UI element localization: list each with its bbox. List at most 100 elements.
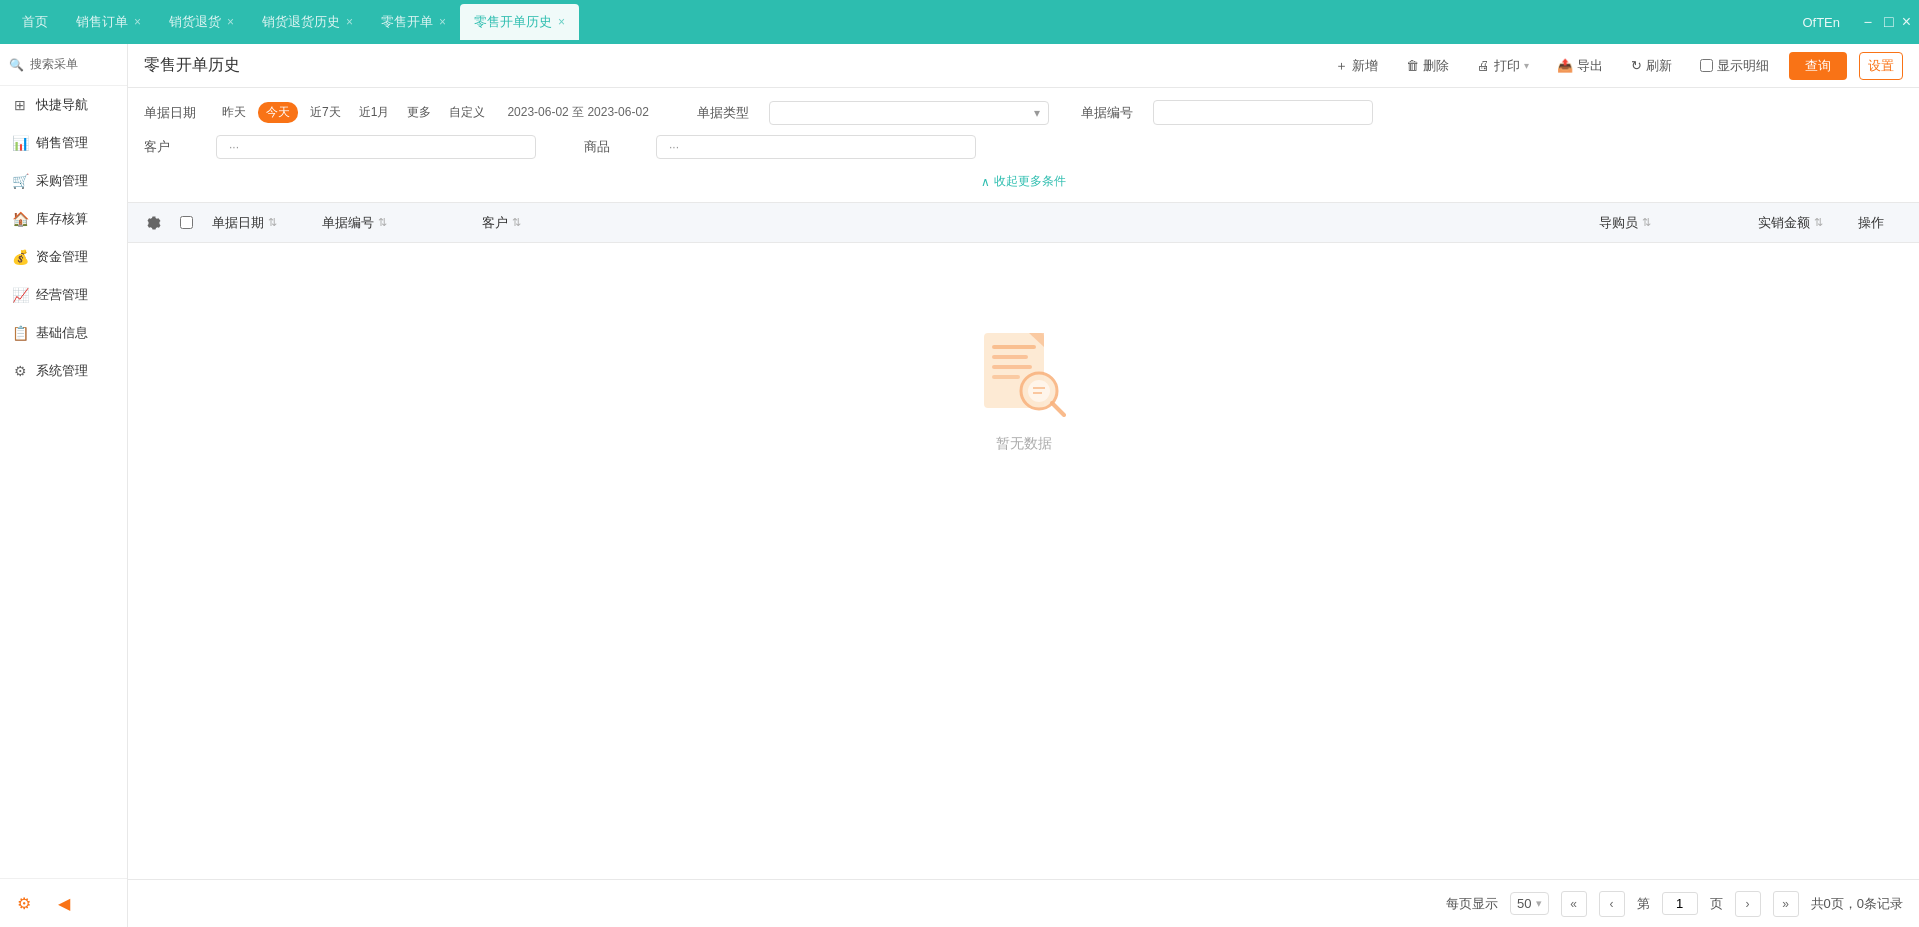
prev-page-btn[interactable]: ‹ [1599, 891, 1625, 917]
sidebar-item-system-mgmt[interactable]: ⚙ 系统管理 [0, 352, 127, 390]
th-date-sort[interactable]: ⇅ [268, 216, 277, 229]
date-btn-more[interactable]: 更多 [401, 102, 437, 123]
last-page-btn[interactable]: » [1773, 891, 1799, 917]
show-detail-checkbox[interactable] [1700, 59, 1713, 72]
print-button[interactable]: 🖨 打印 ▾ [1469, 53, 1537, 79]
sidebar-item-sales-mgmt[interactable]: 📊 销售管理 [0, 124, 127, 162]
collapse-label: 收起更多条件 [994, 173, 1066, 190]
page-number-input[interactable] [1662, 892, 1698, 915]
toolbar: ＋ 新增 🗑 删除 🖨 打印 ▾ 📤 导出 ↻ 刷 [1327, 52, 1903, 80]
page-size-select[interactable]: 50 ▾ [1510, 892, 1548, 915]
purchase-mgmt-icon: 🛒 [12, 173, 28, 189]
page-size-label: 每页显示 [1446, 895, 1498, 913]
tab-sales-return-close[interactable]: × [227, 15, 234, 29]
tab-retail-open-close[interactable]: × [439, 15, 446, 29]
next-page-icon: › [1746, 897, 1750, 911]
export-button[interactable]: 📤 导出 [1549, 53, 1611, 79]
collapse-btn-row: ∧ 收起更多条件 [144, 169, 1903, 190]
add-label: 新增 [1352, 57, 1378, 75]
refresh-button[interactable]: ↻ 刷新 [1623, 53, 1680, 79]
collapse-btn[interactable]: ∧ 收起更多条件 [981, 173, 1066, 190]
bill-no-input[interactable] [1153, 100, 1373, 125]
tab-sales-return[interactable]: 销货退货 × [155, 4, 248, 40]
th-guide-sort[interactable]: ⇅ [1642, 216, 1651, 229]
sidebar-item-finance[interactable]: 💰 资金管理 [0, 238, 127, 276]
filter-row-2: 客户 ··· 商品 ··· [144, 135, 1903, 159]
window-controls: OfTEn － □ × [1802, 12, 1911, 33]
page-title: 零售开单历史 [144, 55, 240, 76]
bill-type-arrow: ▾ [1034, 106, 1040, 120]
page-size-arrow: ▾ [1536, 897, 1542, 910]
date-btn-yesterday[interactable]: 昨天 [216, 102, 252, 123]
th-settings[interactable] [136, 215, 172, 231]
first-page-icon: « [1570, 897, 1577, 911]
sidebar-collapse-btn[interactable]: ◀ [48, 887, 80, 919]
th-checkbox[interactable] [172, 216, 204, 229]
print-arrow: ▾ [1524, 60, 1529, 71]
sidebar-settings-btn[interactable]: ⚙ [8, 887, 40, 919]
date-btn-1month[interactable]: 近1月 [353, 102, 396, 123]
th-customer-sort[interactable]: ⇅ [512, 216, 521, 229]
delete-button[interactable]: 🗑 删除 [1398, 53, 1457, 79]
query-button[interactable]: 查询 [1789, 52, 1847, 80]
sidebar-search[interactable]: 🔍 搜索采单 [0, 44, 127, 86]
th-guide: 导购员 ⇅ [1591, 214, 1711, 232]
tab-sales-return-history-close[interactable]: × [346, 15, 353, 29]
sales-mgmt-icon: 📊 [12, 135, 28, 151]
th-action: 操作 [1831, 214, 1911, 232]
goods-select[interactable]: ··· [656, 135, 976, 159]
collapse-icon: ∧ [981, 175, 990, 189]
sidebar-item-quick-nav[interactable]: ⊞ 快捷导航 [0, 86, 127, 124]
first-page-btn[interactable]: « [1561, 891, 1587, 917]
close-btn[interactable]: × [1902, 13, 1911, 31]
customer-select[interactable]: ··· [216, 135, 536, 159]
bill-type-select[interactable]: ▾ [769, 101, 1049, 125]
sidebar-item-finance-label: 资金管理 [36, 248, 88, 266]
add-button[interactable]: ＋ 新增 [1327, 53, 1386, 79]
th-action-label: 操作 [1858, 214, 1884, 232]
customer-dots[interactable]: ··· [229, 140, 239, 154]
goods-label: 商品 [584, 138, 640, 156]
system-mgmt-icon: ⚙ [12, 363, 28, 379]
th-bill-no: 单据编号 ⇅ [314, 214, 474, 232]
sidebar-bottom: ⚙ ◀ [0, 878, 127, 927]
th-amount-sort[interactable]: ⇅ [1814, 216, 1823, 229]
th-bill-no-label: 单据编号 [322, 214, 374, 232]
next-page-btn[interactable]: › [1735, 891, 1761, 917]
th-amount: 实销金额 ⇅ [1711, 214, 1831, 232]
minimize-btn[interactable]: － [1860, 12, 1876, 33]
setting-button[interactable]: 设置 [1859, 52, 1903, 80]
add-icon: ＋ [1335, 57, 1348, 75]
page-unit: 页 [1710, 895, 1723, 913]
tab-retail-open-history[interactable]: 零售开单历史 × [460, 4, 579, 40]
brand-text: OfTEn [1802, 15, 1840, 30]
goods-dots[interactable]: ··· [669, 140, 679, 154]
sidebar-item-operations-label: 经营管理 [36, 286, 88, 304]
sidebar-item-purchase-mgmt[interactable]: 🛒 采购管理 [0, 162, 127, 200]
show-detail-button[interactable]: 显示明细 [1692, 53, 1777, 79]
date-btn-today[interactable]: 今天 [258, 102, 298, 123]
date-btn-7days[interactable]: 近7天 [304, 102, 347, 123]
maximize-btn[interactable]: □ [1884, 13, 1894, 31]
prev-page-icon: ‹ [1610, 897, 1614, 911]
tab-home[interactable]: 首页 [8, 4, 62, 40]
print-icon: 🖨 [1477, 58, 1490, 73]
operations-icon: 📈 [12, 287, 28, 303]
tab-sales-order-label: 销售订单 [76, 13, 128, 31]
bill-no-label: 单据编号 [1081, 104, 1137, 122]
date-btn-custom[interactable]: 自定义 [443, 102, 491, 123]
show-detail-label: 显示明细 [1717, 57, 1769, 75]
svg-rect-2 [992, 355, 1028, 359]
tab-sales-order[interactable]: 销售订单 × [62, 4, 155, 40]
select-all-checkbox[interactable] [180, 216, 193, 229]
sidebar-item-operations[interactable]: 📈 经营管理 [0, 276, 127, 314]
tab-sales-order-close[interactable]: × [134, 15, 141, 29]
th-guide-label: 导购员 [1599, 214, 1638, 232]
tab-sales-return-history[interactable]: 销货退货历史 × [248, 4, 367, 40]
tab-retail-open[interactable]: 零售开单 × [367, 4, 460, 40]
sidebar-item-basic-info[interactable]: 📋 基础信息 [0, 314, 127, 352]
th-bill-no-sort[interactable]: ⇅ [378, 216, 387, 229]
sidebar-item-inventory[interactable]: 🏠 库存核算 [0, 200, 127, 238]
tab-retail-open-history-close[interactable]: × [558, 15, 565, 29]
delete-icon: 🗑 [1406, 58, 1419, 73]
